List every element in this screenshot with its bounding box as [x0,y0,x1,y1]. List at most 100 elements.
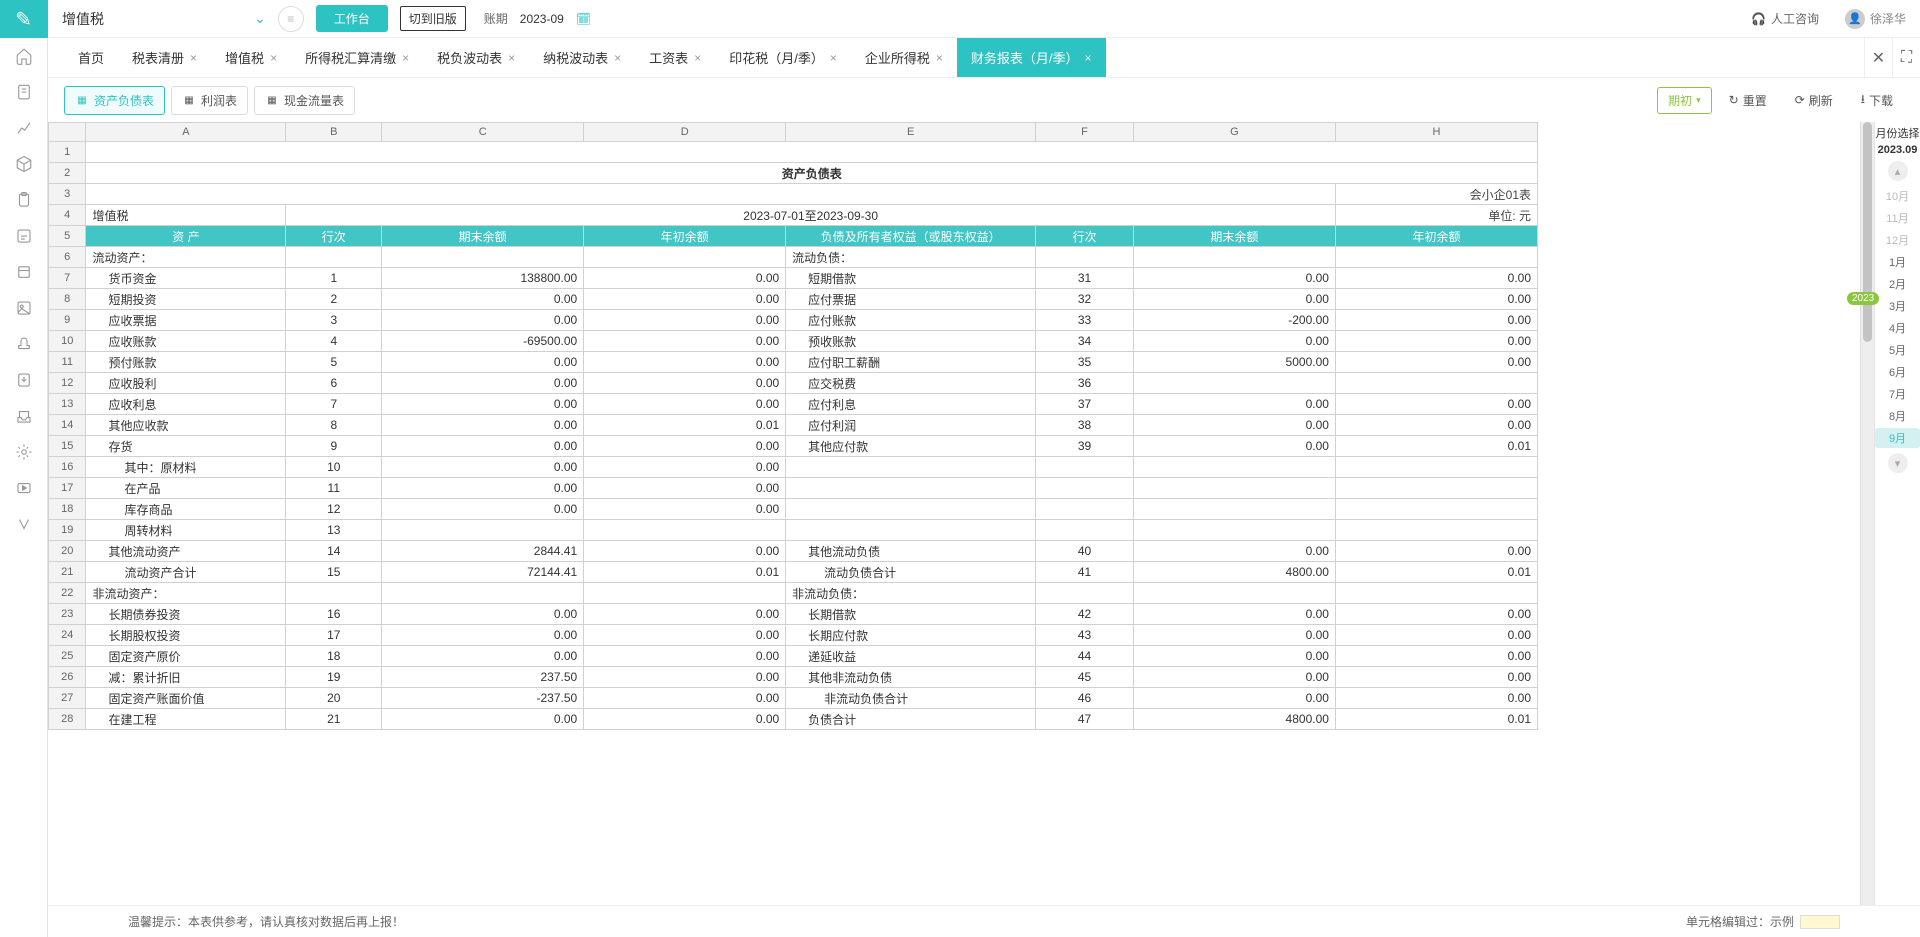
cell[interactable]: 流动资产： [86,247,286,268]
month-up-icon[interactable]: ▴ [1888,161,1908,181]
cell[interactable] [1133,247,1335,268]
col-header[interactable]: A [86,123,286,142]
col-header[interactable]: F [1036,123,1134,142]
cell[interactable]: 0.00 [1335,310,1537,331]
month-item[interactable]: 9月 [1875,428,1920,448]
subtab[interactable]: ▦现金流量表 [254,86,355,115]
cell[interactable]: 13 [286,520,382,541]
row-header[interactable]: 9 [49,310,86,331]
cell[interactable]: 6 [286,373,382,394]
cell[interactable]: 0.01 [1335,562,1537,583]
cell[interactable]: 其他非流动负债 [786,667,1036,688]
cell[interactable]: 0.00 [382,415,584,436]
cell[interactable] [1335,373,1537,394]
cell[interactable]: 0.00 [1133,688,1335,709]
nav-form-icon[interactable] [0,254,48,290]
cell[interactable]: 0.01 [584,415,786,436]
month-item[interactable]: 1月 [1875,252,1920,272]
cell[interactable]: 34 [1036,331,1134,352]
close-icon[interactable]: × [830,51,837,65]
nav-tray-icon[interactable] [0,398,48,434]
cell[interactable]: 应付票据 [786,289,1036,310]
cell[interactable]: 存货 [86,436,286,457]
cell[interactable]: 在建工程 [86,709,286,730]
cell[interactable]: 应付利息 [786,394,1036,415]
cell[interactable]: 短期投资 [86,289,286,310]
close-icon[interactable]: × [936,51,943,65]
cell[interactable]: 0.00 [382,457,584,478]
row-header[interactable]: 5 [49,226,86,247]
month-item[interactable]: 4月 [1875,318,1920,338]
cell[interactable] [382,520,584,541]
cell[interactable]: 8 [286,415,382,436]
cell[interactable]: 0.00 [584,478,786,499]
cell[interactable]: 5 [286,352,382,373]
cell[interactable]: 0.00 [1133,625,1335,646]
tab[interactable]: 纳税波动表× [529,38,635,77]
cell[interactable]: 46 [1036,688,1134,709]
row-header[interactable]: 13 [49,394,86,415]
cell[interactable] [786,499,1036,520]
cell[interactable]: 17 [286,625,382,646]
cell[interactable]: 4800.00 [1133,709,1335,730]
col-header[interactable]: G [1133,123,1335,142]
cell[interactable] [584,520,786,541]
cell[interactable]: 资产负债表 [86,163,1538,184]
row-header[interactable]: 2 [49,163,86,184]
cell[interactable]: 0.00 [382,310,584,331]
download-button[interactable]: ⭳下载 [1850,85,1904,116]
cell[interactable]: 0.00 [584,457,786,478]
cell[interactable]: 0.00 [382,289,584,310]
cell[interactable]: 0.00 [382,646,584,667]
cell[interactable]: 预付账款 [86,352,286,373]
cell[interactable]: 0.00 [584,310,786,331]
cell[interactable]: 其他流动负债 [786,541,1036,562]
cell[interactable]: 0.00 [382,625,584,646]
nav-chart-icon[interactable] [0,110,48,146]
row-header[interactable]: 8 [49,289,86,310]
cell[interactable]: 预收账款 [786,331,1036,352]
cell[interactable] [1133,373,1335,394]
cell[interactable]: 237.50 [382,667,584,688]
cell[interactable]: 0.01 [1335,436,1537,457]
cell[interactable] [786,520,1036,541]
row-header[interactable]: 26 [49,667,86,688]
tab-fullscreen-icon[interactable]: ⛶ [1892,38,1920,77]
tab[interactable]: 财务报表（月/季）× [957,38,1106,77]
cell[interactable]: 0.00 [584,541,786,562]
row-header[interactable]: 4 [49,205,86,226]
cell[interactable]: 0.00 [1133,394,1335,415]
month-item[interactable]: 3月 [1875,296,1920,316]
cell[interactable] [786,478,1036,499]
close-icon[interactable]: × [1085,51,1092,65]
cell[interactable]: 20 [286,688,382,709]
cell[interactable]: 0.00 [1335,331,1537,352]
tab[interactable]: 印花税（月/季）× [715,38,851,77]
cell[interactable] [1335,478,1537,499]
cell[interactable]: 短期借款 [786,268,1036,289]
nav-image-icon[interactable] [0,290,48,326]
cell[interactable]: 0.00 [584,436,786,457]
cell[interactable]: 0.00 [382,709,584,730]
col-header[interactable]: C [382,123,584,142]
old-version-button[interactable]: 切到旧版 [400,6,466,31]
cell[interactable]: 0.00 [382,352,584,373]
cell[interactable] [1335,457,1537,478]
cell[interactable]: 0.00 [1133,331,1335,352]
cell[interactable]: 0.00 [382,436,584,457]
cell[interactable] [584,247,786,268]
cell[interactable] [1036,457,1134,478]
row-header[interactable]: 3 [49,184,86,205]
cell[interactable]: 应付账款 [786,310,1036,331]
cell[interactable] [86,142,1538,163]
close-icon[interactable]: × [694,51,701,65]
cell[interactable]: 0.00 [382,604,584,625]
close-icon[interactable]: × [270,51,277,65]
cell[interactable] [1133,499,1335,520]
nav-report-icon[interactable] [0,218,48,254]
cell[interactable]: 长期股权投资 [86,625,286,646]
cell[interactable]: 0.00 [584,604,786,625]
cell[interactable]: -237.50 [382,688,584,709]
cell[interactable]: 应收利息 [86,394,286,415]
month-item[interactable]: 7月 [1875,384,1920,404]
